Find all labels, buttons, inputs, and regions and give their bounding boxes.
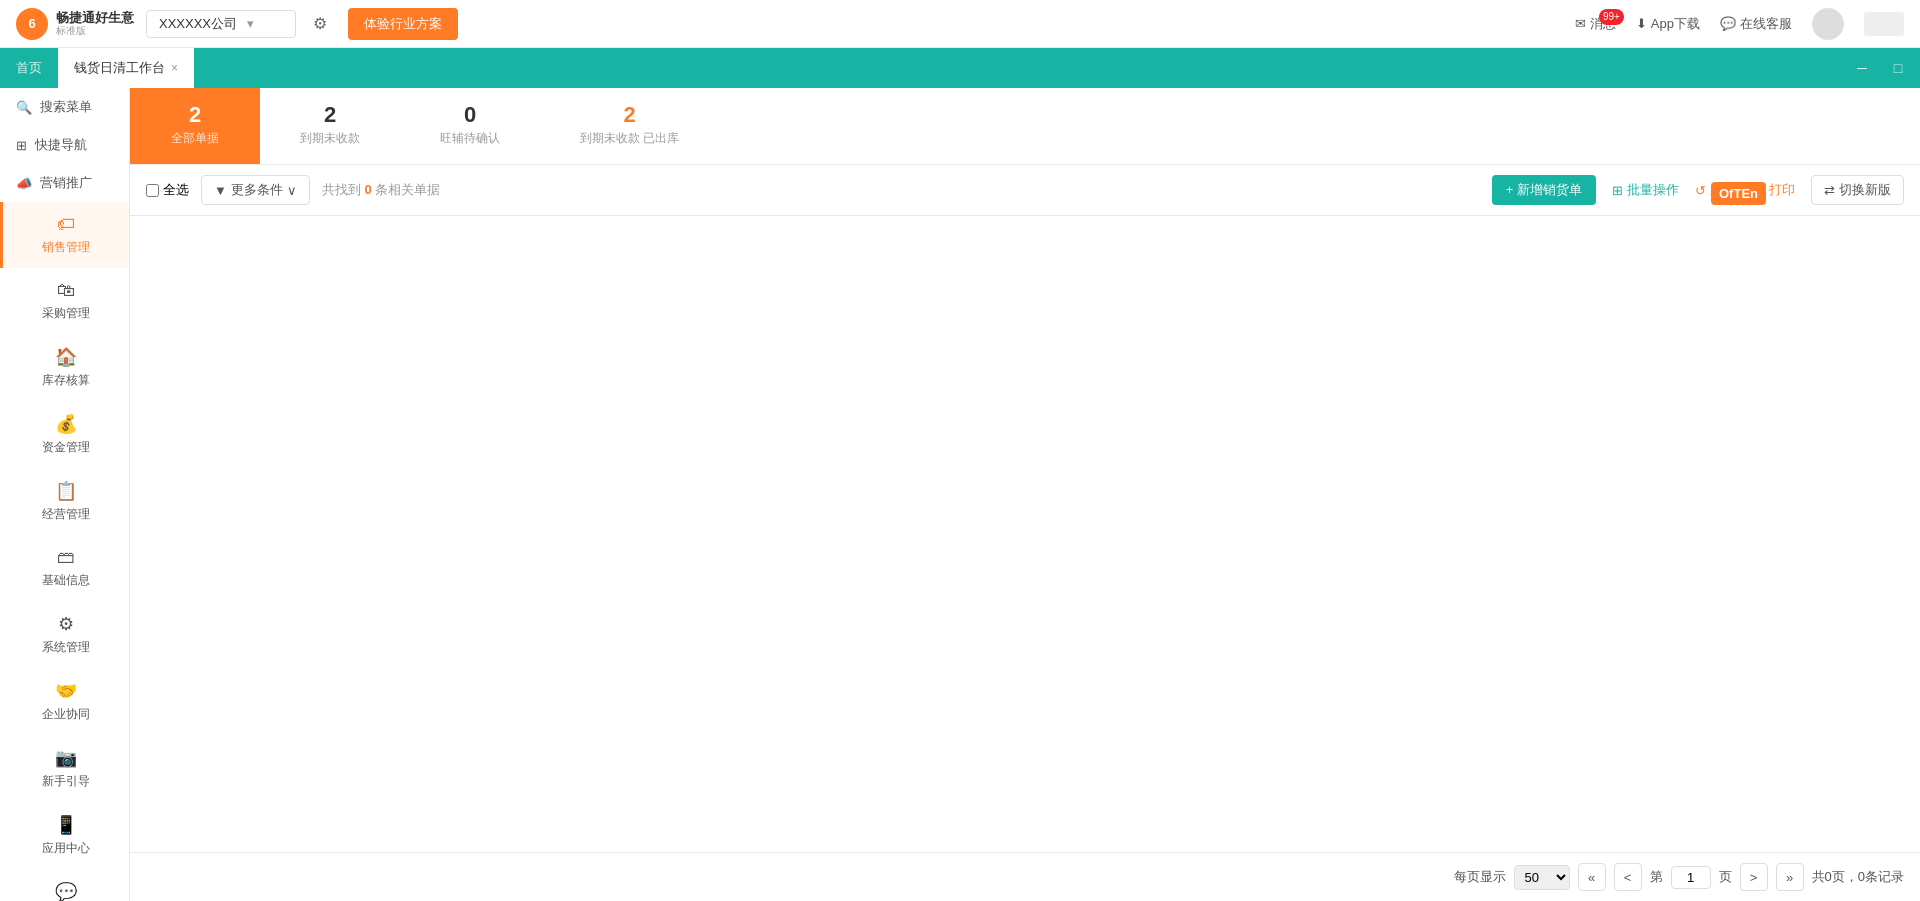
logo-text: 畅捷通好生意 标准版 <box>56 10 134 38</box>
tab-minimize-button[interactable]: ─ <box>1848 54 1876 82</box>
logo-icon: 6 <box>16 8 48 40</box>
stats-tabs: 2 全部单据 2 到期未收款 0 旺辅待确认 2 到期未收款 已出库 <box>130 88 1920 165</box>
select-all-checkbox[interactable]: 全选 <box>146 181 189 199</box>
switch-version-button[interactable]: ⇄ 切换新版 <box>1811 175 1904 205</box>
chevron-down-icon: ▾ <box>247 16 254 31</box>
batch-icon: ⊞ <box>1612 183 1623 198</box>
service-icon: 💬 <box>1720 16 1736 31</box>
messages-button[interactable]: ✉ 消息 99+ <box>1575 15 1616 33</box>
avatar2 <box>1864 12 1904 36</box>
stat-tab-pending[interactable]: 0 旺辅待确认 <box>400 88 540 164</box>
add-sale-button[interactable]: + 新增销货单 <box>1492 175 1596 205</box>
next-page-button[interactable]: > <box>1740 863 1768 891</box>
sidebar-item-marketing[interactable]: 📣 营销推广 <box>0 164 129 202</box>
prev-page-button[interactable]: < <box>1614 863 1642 891</box>
sidebar-item-corp-wechat[interactable]: 💬 企业微信 <box>0 869 129 901</box>
stat-tab-shipped[interactable]: 2 到期未收款 已出库 <box>540 88 719 164</box>
box-icon: 🏠 <box>55 346 77 368</box>
chevron-down-icon: ∨ <box>287 183 297 198</box>
stat-all-desc: 全部单据 <box>171 130 219 147</box>
per-page-select[interactable]: 50 100 200 <box>1514 865 1570 890</box>
online-service-button[interactable]: 💬 在线客服 <box>1720 15 1792 33</box>
first-page-button[interactable]: « <box>1578 863 1606 891</box>
last-page-button[interactable]: » <box>1776 863 1804 891</box>
bag-icon: 🛍 <box>57 280 75 301</box>
database-icon: 🗃 <box>57 547 75 568</box>
main-layout: 🔍 搜索菜单 ⊞ 快捷导航 📣 营销推广 🏷 销售管理 🛍 采购管理 🏠 库存核… <box>0 88 1920 901</box>
refresh-icon: ↺ <box>1695 183 1706 198</box>
messages-badge: 99+ <box>1599 9 1624 25</box>
often-badge: OfTEn <box>1711 182 1766 205</box>
wechat-icon: 💬 <box>55 881 77 901</box>
tab-current[interactable]: 钱货日清工作台 × <box>58 48 194 88</box>
header-right: ✉ 消息 99+ ⬇ App下载 💬 在线客服 <box>1575 8 1904 40</box>
filter-icon: ▼ <box>214 183 227 198</box>
chart-icon: 📋 <box>55 480 77 502</box>
sidebar-item-sales[interactable]: 🏷 销售管理 <box>0 202 129 268</box>
tab-bar-actions: ─ □ <box>1848 54 1920 82</box>
tab-bar: 首页 钱货日清工作台 × ─ □ <box>0 48 1920 88</box>
trial-button[interactable]: 体验行业方案 <box>348 8 458 40</box>
tag-icon: 🏷 <box>57 214 75 235</box>
sidebar-item-search[interactable]: 🔍 搜索菜单 <box>0 88 129 126</box>
money-icon: 💰 <box>55 413 77 435</box>
switch-icon: ⇄ <box>1824 183 1835 198</box>
found-count: 0 <box>365 182 372 197</box>
page-number-input[interactable] <box>1671 866 1711 889</box>
apps-icon: 📱 <box>55 814 77 836</box>
found-text: 共找到 0 条相关单据 <box>322 181 440 199</box>
sidebar-item-operations[interactable]: 📋 经营管理 <box>0 468 129 535</box>
stat-pending-number: 0 <box>464 102 476 128</box>
stat-tab-all[interactable]: 2 全部单据 <box>130 88 260 164</box>
stat-overdue-desc: 到期未收款 <box>300 130 360 147</box>
gear-icon: ⚙ <box>58 613 74 635</box>
toolbar: 全选 ▼ 更多条件 ∨ 共找到 0 条相关单据 + 新增销货单 ⊞ 批量操作 <box>130 165 1920 216</box>
guide-icon: 📷 <box>55 747 77 769</box>
tab-home[interactable]: 首页 <box>0 48 58 88</box>
company-selector[interactable]: XXXXXX公司 ▾ <box>146 10 296 38</box>
table-area <box>130 216 1920 852</box>
filter-button[interactable]: ▼ 更多条件 ∨ <box>201 175 310 205</box>
sidebar-item-capital[interactable]: 💰 资金管理 <box>0 401 129 468</box>
message-icon: ✉ <box>1575 16 1586 31</box>
stat-shipped-desc: 到期未收款 已出库 <box>580 130 679 147</box>
stat-all-number: 2 <box>189 102 201 128</box>
handshake-icon: 🤝 <box>55 680 77 702</box>
sidebar-item-system[interactable]: ⚙ 系统管理 <box>0 601 129 668</box>
tab-close-icon[interactable]: × <box>171 61 178 75</box>
pagination: 每页显示 50 100 200 « < 第 页 > » 共0页，0条记录 <box>130 852 1920 901</box>
sidebar: 🔍 搜索菜单 ⊞ 快捷导航 📣 营销推广 🏷 销售管理 🛍 采购管理 🏠 库存核… <box>0 88 130 901</box>
app-download-button[interactable]: ⬇ App下载 <box>1636 15 1700 33</box>
logo-area: 6 畅捷通好生意 标准版 <box>16 8 146 40</box>
sidebar-item-corp[interactable]: 🤝 企业协同 <box>0 668 129 735</box>
stat-tab-overdue[interactable]: 2 到期未收款 <box>260 88 400 164</box>
select-all-input[interactable] <box>146 184 159 197</box>
sidebar-item-guide[interactable]: 📷 新手引导 <box>0 735 129 802</box>
top-header: 6 畅捷通好生意 标准版 XXXXXX公司 ▾ ⚙ 体验行业方案 ✉ 消息 99… <box>0 0 1920 48</box>
grid-icon: ⊞ <box>16 138 27 153</box>
sidebar-item-purchase[interactable]: 🛍 采购管理 <box>0 268 129 334</box>
stat-shipped-number: 2 <box>624 102 636 128</box>
avatar[interactable] <box>1812 8 1844 40</box>
toolbar-left: 全选 ▼ 更多条件 ∨ 共找到 0 条相关单据 <box>146 175 440 205</box>
sidebar-item-app-center[interactable]: 📱 应用中心 <box>0 802 129 869</box>
megaphone-icon: 📣 <box>16 176 32 191</box>
settings-icon[interactable]: ⚙ <box>304 8 336 40</box>
download-icon: ⬇ <box>1636 16 1647 31</box>
sidebar-item-shortcut[interactable]: ⊞ 快捷导航 <box>0 126 129 164</box>
tab-maximize-button[interactable]: □ <box>1884 54 1912 82</box>
sidebar-item-basic[interactable]: 🗃 基础信息 <box>0 535 129 601</box>
stat-overdue-number: 2 <box>324 102 336 128</box>
search-icon: 🔍 <box>16 100 32 115</box>
stat-pending-desc: 旺辅待确认 <box>440 130 500 147</box>
batch-operation-button[interactable]: ⊞ 批量操作 <box>1612 181 1679 199</box>
toolbar-right: + 新增销货单 ⊞ 批量操作 ↺ 刷新 🖨 打印 ⇄ 切换新版 <box>1492 175 1904 205</box>
sidebar-item-inventory[interactable]: 🏠 库存核算 <box>0 334 129 401</box>
content-area: 2 全部单据 2 到期未收款 0 旺辅待确认 2 到期未收款 已出库 全选 <box>130 88 1920 901</box>
